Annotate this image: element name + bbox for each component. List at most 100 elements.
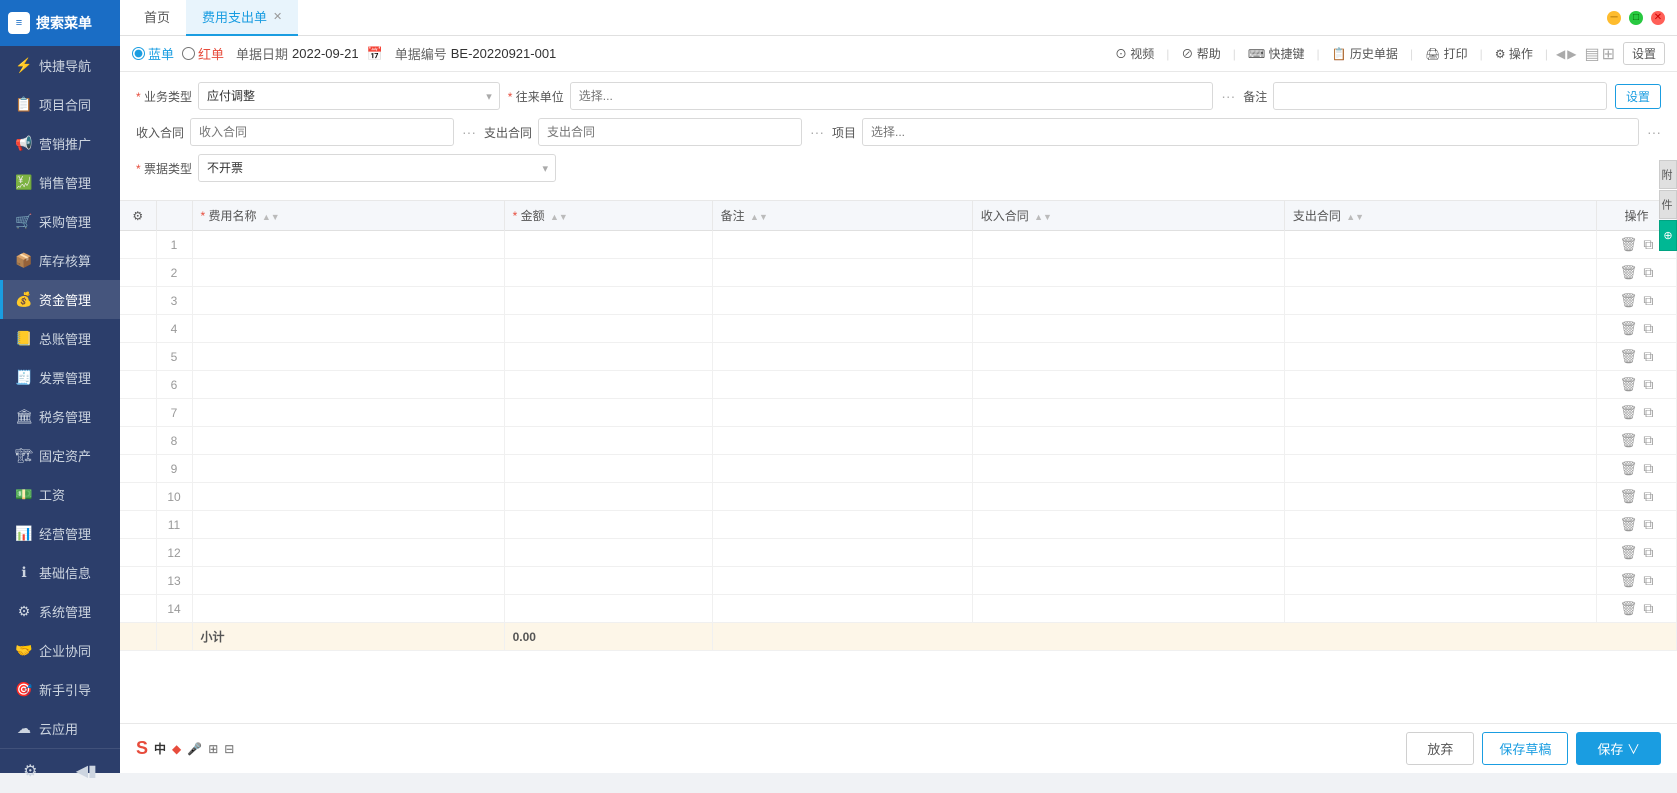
th-settings[interactable]: ⚙ [120,201,156,231]
radio-blue-label[interactable]: 蓝单 [132,44,174,63]
copy-row-icon[interactable]: ⧉ [1643,404,1653,421]
td-amount[interactable] [504,427,712,455]
td-expense-contract[interactable] [1284,483,1596,511]
counter-party-input[interactable] [570,82,1213,110]
tab-close-icon[interactable]: ✕ [273,10,282,23]
th-expense-contract[interactable]: 支出合同 ▲▼ [1284,201,1596,231]
close-button[interactable]: ✕ [1651,11,1665,25]
copy-row-icon[interactable]: ⧉ [1643,460,1653,477]
copy-row-icon[interactable]: ⧉ [1643,320,1653,337]
td-expense-contract[interactable] [1284,315,1596,343]
td-remarks[interactable] [712,455,972,483]
td-remarks[interactable] [712,259,972,287]
td-income-contract[interactable] [972,539,1284,567]
delete-row-icon[interactable]: 🗑 [1620,348,1638,365]
td-expense-contract[interactable] [1284,399,1596,427]
td-amount[interactable] [504,231,712,259]
td-expense-name[interactable] [192,595,504,623]
top-settings-btn[interactable]: 设置 [1615,84,1661,109]
ticket-type-select[interactable]: 不开票 [198,154,556,182]
th-amount[interactable]: * 金额 ▲▼ [504,201,712,231]
discard-button[interactable]: 放弃 [1406,732,1474,765]
delete-row-icon[interactable]: 🗑 [1620,376,1638,393]
print-btn[interactable]: 🖨 打印 [1421,43,1472,64]
save-draft-button[interactable]: 保存草稿 [1482,732,1568,765]
td-remarks[interactable] [712,399,972,427]
copy-row-icon[interactable]: ⧉ [1643,432,1653,449]
td-amount[interactable] [504,371,712,399]
td-amount[interactable] [504,595,712,623]
sidebar-item-purchase-mgmt[interactable]: 🛒 采购管理 [0,202,120,241]
td-remarks[interactable] [712,539,972,567]
td-amount[interactable] [504,539,712,567]
copy-row-icon[interactable]: ⧉ [1643,516,1653,533]
remarks-input[interactable] [1273,82,1607,110]
td-income-contract[interactable] [972,343,1284,371]
td-income-contract[interactable] [972,483,1284,511]
td-income-contract[interactable] [972,315,1284,343]
th-expense-name[interactable]: * 费用名称 ▲▼ [192,201,504,231]
counter-party-dots[interactable]: ··· [1221,88,1235,104]
sidebar-item-basic-info[interactable]: ℹ 基础信息 [0,553,120,592]
td-remarks[interactable] [712,371,972,399]
sidebar-logo[interactable]: ≡ 搜索菜单 [0,0,120,46]
calendar-icon[interactable]: 📅 [367,46,383,62]
sidebar-item-new-guide[interactable]: 🎯 新手引导 [0,670,120,709]
td-expense-name[interactable] [192,427,504,455]
history-btn[interactable]: 📋 历史单据 [1328,43,1402,64]
biz-type-select[interactable]: 应付调整 [198,82,500,110]
settings-bottom-icon[interactable]: ⚙ [19,757,41,785]
td-expense-name[interactable] [192,539,504,567]
delete-row-icon[interactable]: 🗑 [1620,516,1638,533]
td-expense-name[interactable] [192,483,504,511]
td-amount[interactable] [504,511,712,539]
td-income-contract[interactable] [972,399,1284,427]
radio-red-input[interactable] [182,47,195,60]
sidebar-item-corp-collab[interactable]: 🤝 企业协同 [0,631,120,670]
td-income-contract[interactable] [972,511,1284,539]
sidebar-item-accounting[interactable]: 📒 总账管理 [0,319,120,358]
td-remarks[interactable] [712,511,972,539]
td-amount[interactable] [504,567,712,595]
sidebar-item-sys-mgmt[interactable]: ⚙ 系统管理 [0,592,120,631]
green-side-btn[interactable]: ⊕ [1659,220,1677,251]
sidebar-item-ops-mgmt[interactable]: 📊 经营管理 [0,514,120,553]
td-amount[interactable] [504,259,712,287]
delete-row-icon[interactable]: 🗑 [1620,236,1638,253]
save-button[interactable]: 保存 ∨ [1576,732,1661,765]
sort-icon-remarks[interactable]: ▲▼ [750,212,768,222]
copy-row-icon[interactable]: ⧉ [1643,236,1653,253]
settings-btn[interactable]: 设置 [1623,42,1665,65]
td-expense-contract[interactable] [1284,343,1596,371]
tab-expense-form[interactable]: 费用支出单 ✕ [186,0,298,36]
td-remarks[interactable] [712,483,972,511]
video-btn[interactable]: ⊙ 视频 [1111,43,1158,64]
project-input[interactable] [862,118,1639,146]
td-expense-name[interactable] [192,259,504,287]
copy-row-icon[interactable]: ⧉ [1643,544,1653,561]
attachment-btn[interactable]: 附 [1659,160,1677,189]
minimize-button[interactable]: ─ [1607,11,1621,25]
td-expense-contract[interactable] [1284,427,1596,455]
td-expense-name[interactable] [192,287,504,315]
radio-blue-input[interactable] [132,47,145,60]
td-expense-contract[interactable] [1284,259,1596,287]
sidebar-item-payroll[interactable]: 💵 工资 [0,475,120,514]
copy-row-icon[interactable]: ⧉ [1643,488,1653,505]
td-remarks[interactable] [712,287,972,315]
copy-row-icon[interactable]: ⧉ [1643,600,1653,617]
sidebar-search-label[interactable]: 搜索菜单 [36,13,92,33]
delete-row-icon[interactable]: 🗑 [1620,264,1638,281]
td-income-contract[interactable] [972,595,1284,623]
td-remarks[interactable] [712,315,972,343]
tab-home[interactable]: 首页 [128,0,186,36]
sort-icon-amount[interactable]: ▲▼ [550,212,568,222]
sidebar-item-fixed-assets[interactable]: 🏗 固定资产 [0,436,120,475]
sound-bottom-icon[interactable]: ◀▮ [72,757,101,785]
td-income-contract[interactable] [972,259,1284,287]
delete-row-icon[interactable]: 🗑 [1620,572,1638,589]
td-expense-name[interactable] [192,399,504,427]
next-btn[interactable]: ▶ [1567,47,1576,61]
td-income-contract[interactable] [972,287,1284,315]
delete-row-icon[interactable]: 🗑 [1620,432,1638,449]
